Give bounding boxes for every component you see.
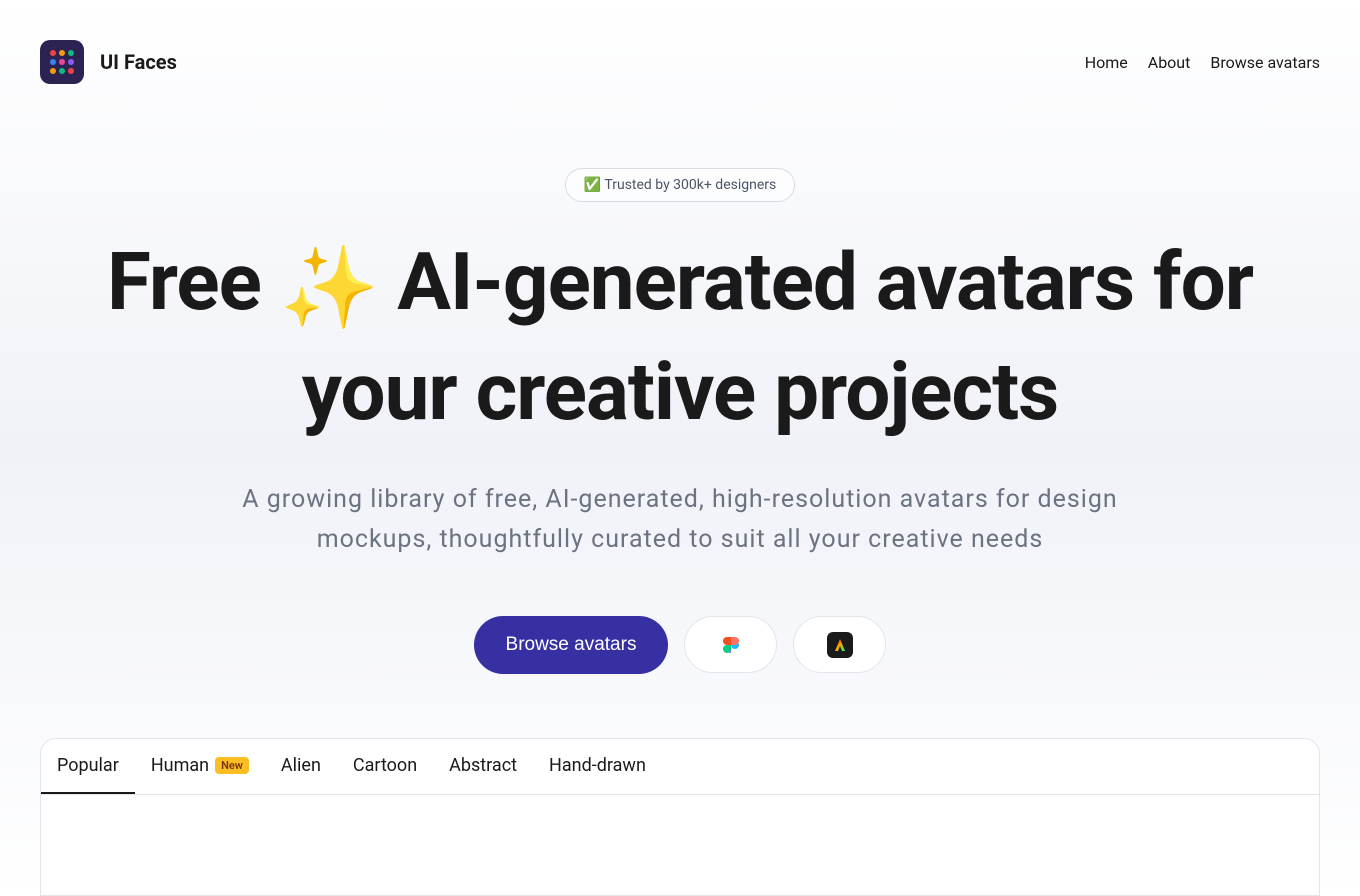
header: UI Faces Home About Browse avatars — [0, 0, 1360, 124]
hero-section: ✅ Trusted by 300k+ designers Free ✨ AI-g… — [0, 124, 1360, 674]
nav-link-browse[interactable]: Browse avatars — [1210, 53, 1320, 72]
sparkle-icon: ✨ — [280, 236, 379, 340]
tab-hand-drawn[interactable]: Hand-drawn — [533, 739, 662, 794]
browse-avatars-button[interactable]: Browse avatars — [474, 616, 669, 674]
hero-title: Free ✨ AI-generated avatars for your cre… — [40, 230, 1320, 444]
nav-link-home[interactable]: Home — [1085, 53, 1128, 72]
tab-content — [41, 795, 1319, 895]
trust-badge: ✅ Trusted by 300k+ designers — [565, 168, 795, 202]
adobe-plugin-button[interactable] — [793, 616, 886, 673]
tab-human[interactable]: Human New — [135, 739, 265, 794]
hero-subtitle: A growing library of free, AI-generated,… — [230, 480, 1130, 560]
new-badge: New — [215, 757, 249, 774]
main-nav: Home About Browse avatars — [1085, 53, 1320, 72]
tabs: Popular Human New Alien Cartoon Abstract… — [41, 739, 1319, 795]
tab-abstract[interactable]: Abstract — [433, 739, 533, 794]
cta-row: Browse avatars — [40, 616, 1320, 674]
nav-link-about[interactable]: About — [1148, 53, 1191, 72]
logo[interactable]: UI Faces — [40, 40, 177, 84]
logo-text: UI Faces — [100, 50, 177, 74]
adobe-icon — [827, 632, 853, 658]
figma-plugin-button[interactable] — [684, 616, 777, 673]
tab-cartoon[interactable]: Cartoon — [337, 739, 433, 794]
tabs-container: Popular Human New Alien Cartoon Abstract… — [40, 738, 1320, 896]
logo-icon — [40, 40, 84, 84]
tab-popular[interactable]: Popular — [41, 739, 135, 794]
tab-alien[interactable]: Alien — [265, 739, 337, 794]
figma-icon — [719, 633, 743, 657]
